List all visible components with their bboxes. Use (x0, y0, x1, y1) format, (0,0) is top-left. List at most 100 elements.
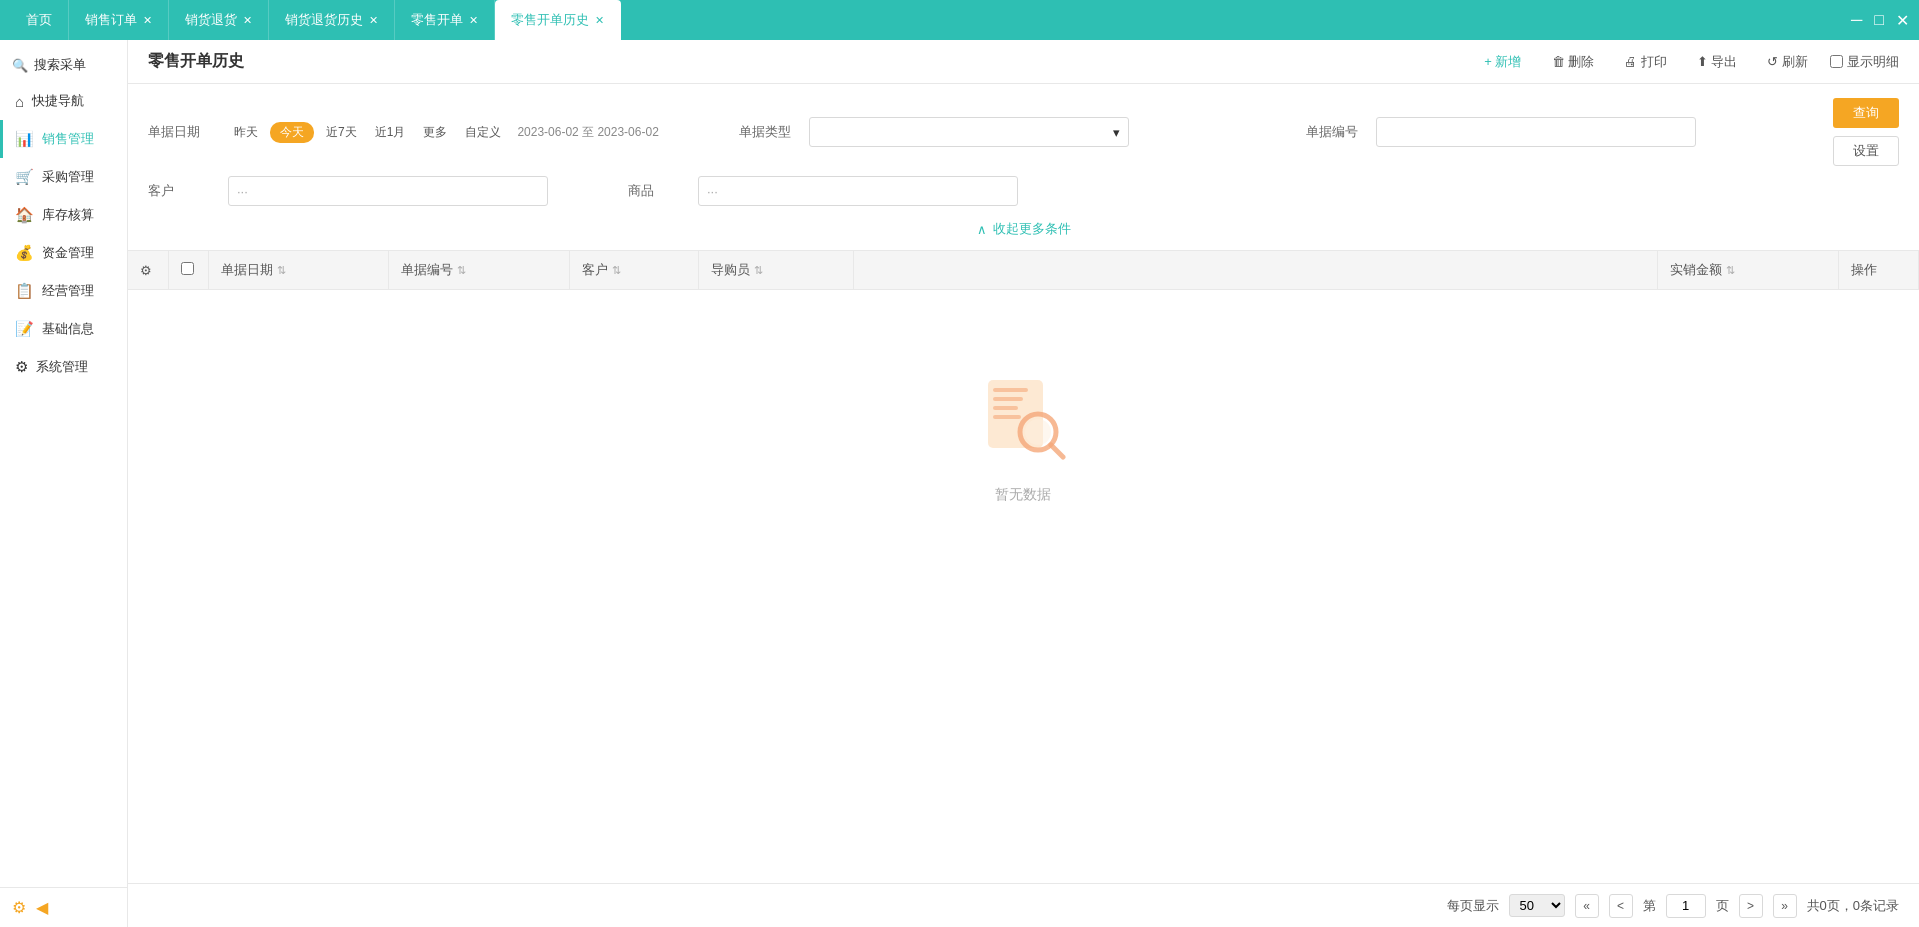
tab-retail-open-history[interactable]: 零售开单历史 ✕ (495, 0, 621, 40)
first-page-button[interactable]: « (1575, 894, 1599, 918)
sort-icon[interactable]: ⇅ (612, 264, 621, 277)
goods-label: 商品 (628, 182, 688, 200)
sort-icon[interactable]: ⇅ (457, 264, 466, 277)
page-input[interactable] (1666, 894, 1706, 918)
sort-icon[interactable]: ⇅ (1726, 264, 1735, 277)
sidebar: 🔍 搜索采单 ⌂ 快捷导航 📊 销售管理 🛒 采购管理 🏠 库存核算 💰 资金管… (0, 40, 128, 927)
settings-button[interactable]: 设置 (1833, 136, 1899, 166)
print-button[interactable]: 🖨 打印 (1616, 49, 1675, 75)
date-btn-7days[interactable]: 近7天 (320, 122, 363, 143)
sidebar-item-label: 资金管理 (42, 244, 94, 262)
date-btn-yesterday[interactable]: 昨天 (228, 122, 264, 143)
query-button[interactable]: 查询 (1833, 98, 1899, 128)
col-amount: 实销金额 ⇅ (1658, 251, 1839, 290)
col-guide: 导购员 ⇅ (699, 251, 854, 290)
sidebar-item-label: 经营管理 (42, 282, 94, 300)
svg-point-6 (1025, 419, 1051, 445)
pagination-bar: 每页显示 20 50 100 « < 第 页 > » 共0页，0条记录 (128, 883, 1919, 927)
warehouse-icon: 🏠 (15, 206, 34, 224)
top-tabbar: 首页 销售订单 ✕ 销货退货 ✕ 销货退货历史 ✕ 零售开单 ✕ 零售开单历史 … (0, 0, 1919, 40)
date-buttons: 昨天 今天 近7天 近1月 更多 自定义 2023-06-02 至 2023-0… (228, 122, 659, 143)
settings-bottom-icon[interactable]: ⚙ (12, 898, 26, 917)
col-customer-label: 客户 (582, 261, 608, 279)
date-btn-more[interactable]: 更多 (417, 122, 453, 143)
tab-home[interactable]: 首页 (10, 0, 69, 40)
sidebar-item-inventory[interactable]: 🏠 库存核算 (0, 196, 127, 234)
order-no-label: 单据编号 (1306, 123, 1366, 141)
sidebar-item-operation[interactable]: 📋 经营管理 (0, 272, 127, 310)
tab-retail-open[interactable]: 零售开单 ✕ (395, 0, 495, 40)
date-btn-custom[interactable]: 自定义 (459, 122, 507, 143)
chart-icon: 📊 (15, 130, 34, 148)
col-spacer (853, 251, 1657, 290)
col-ops-label: 操作 (1851, 262, 1877, 277)
sidebar-item-sales-mgmt[interactable]: 📊 销售管理 (0, 120, 127, 158)
sort-icon[interactable]: ⇅ (754, 264, 763, 277)
column-settings-icon[interactable]: ⚙ (140, 263, 152, 278)
tab-sales-return-history[interactable]: 销货退货历史 ✕ (269, 0, 395, 40)
add-button[interactable]: + 新增 (1476, 49, 1529, 75)
date-btn-today[interactable]: 今天 (270, 122, 314, 143)
delete-button[interactable]: 🗑 删除 (1544, 49, 1603, 75)
window-close-icon[interactable]: ✕ (1896, 11, 1909, 30)
order-type-select[interactable]: ▾ (809, 117, 1129, 147)
page-title: 零售开单历史 (148, 51, 244, 72)
export-button[interactable]: ⬆ 导出 (1689, 49, 1746, 75)
display-detail-label: 显示明细 (1847, 53, 1899, 71)
info-icon: 📝 (15, 320, 34, 338)
col-checkbox[interactable] (168, 251, 208, 290)
close-icon[interactable]: ✕ (469, 14, 478, 27)
customer-label: 客户 (148, 182, 208, 200)
sidebar-search[interactable]: 🔍 搜索采单 (0, 48, 127, 82)
sidebar-item-purchase-mgmt[interactable]: 🛒 采购管理 (0, 158, 127, 196)
filter-area: 单据日期 昨天 今天 近7天 近1月 更多 自定义 2023-06-02 至 2… (128, 84, 1919, 251)
gear-icon: ⚙ (15, 358, 28, 376)
sidebar-item-quick-nav[interactable]: ⌂ 快捷导航 (0, 82, 127, 120)
collapse-row[interactable]: ∧ 收起更多条件 (148, 216, 1899, 242)
sidebar-item-label: 系统管理 (36, 358, 88, 376)
page-header: 零售开单历史 + 新增 🗑 删除 🖨 打印 ⬆ 导出 ↺ 刷新 显示明细 (128, 40, 1919, 84)
empty-illustration (963, 370, 1083, 470)
tab-sales-order[interactable]: 销售订单 ✕ (69, 0, 169, 40)
close-icon[interactable]: ✕ (369, 14, 378, 27)
goods-select[interactable]: ··· (698, 176, 1018, 206)
customer-select[interactable]: ··· (228, 176, 548, 206)
col-customer: 客户 ⇅ (570, 251, 699, 290)
sidebar-item-finance[interactable]: 💰 资金管理 (0, 234, 127, 272)
chevron-down-icon: ▾ (1113, 125, 1120, 140)
sidebar-item-basic-info[interactable]: 📝 基础信息 (0, 310, 127, 348)
sort-icon[interactable]: ⇅ (277, 264, 286, 277)
order-type-label: 单据类型 (739, 123, 799, 141)
chevron-up-icon: ∧ (977, 222, 987, 237)
sidebar-item-sys-mgmt[interactable]: ⚙ 系统管理 (0, 348, 127, 386)
col-date: 单据日期 ⇅ (208, 251, 389, 290)
sidebar-item-label: 库存核算 (42, 206, 94, 224)
display-detail-checkbox[interactable] (1830, 55, 1843, 68)
close-icon[interactable]: ✕ (243, 14, 252, 27)
window-max-icon[interactable]: □ (1874, 11, 1884, 29)
goods-dots: ··· (707, 184, 718, 199)
page-size-select[interactable]: 20 50 100 (1509, 894, 1565, 917)
sidebar-search-label: 搜索采单 (34, 56, 86, 74)
order-no-input[interactable] (1376, 117, 1696, 147)
display-detail-toggle[interactable]: 显示明细 (1830, 53, 1899, 71)
total-info: 共0页，0条记录 (1807, 897, 1899, 915)
close-icon[interactable]: ✕ (595, 14, 604, 27)
collapse-sidebar-icon[interactable]: ◀ (36, 898, 48, 917)
col-ops: 操作 (1839, 251, 1919, 290)
close-icon[interactable]: ✕ (143, 14, 152, 27)
col-order-no: 单据编号 ⇅ (389, 251, 570, 290)
col-guide-label: 导购员 (711, 261, 750, 279)
empty-text: 暂无数据 (995, 486, 1051, 504)
window-min-icon[interactable]: ─ (1851, 11, 1862, 29)
date-btn-1month[interactable]: 近1月 (369, 122, 412, 143)
next-page-button[interactable]: > (1739, 894, 1763, 918)
select-all-checkbox[interactable] (181, 262, 194, 275)
prev-page-button[interactable]: < (1609, 894, 1633, 918)
refresh-button[interactable]: ↺ 刷新 (1759, 49, 1816, 75)
tab-sales-return[interactable]: 销货退货 ✕ (169, 0, 269, 40)
cart-icon: 🛒 (15, 168, 34, 186)
col-settings[interactable]: ⚙ (128, 251, 168, 290)
finance-icon: 💰 (15, 244, 34, 262)
last-page-button[interactable]: » (1773, 894, 1797, 918)
